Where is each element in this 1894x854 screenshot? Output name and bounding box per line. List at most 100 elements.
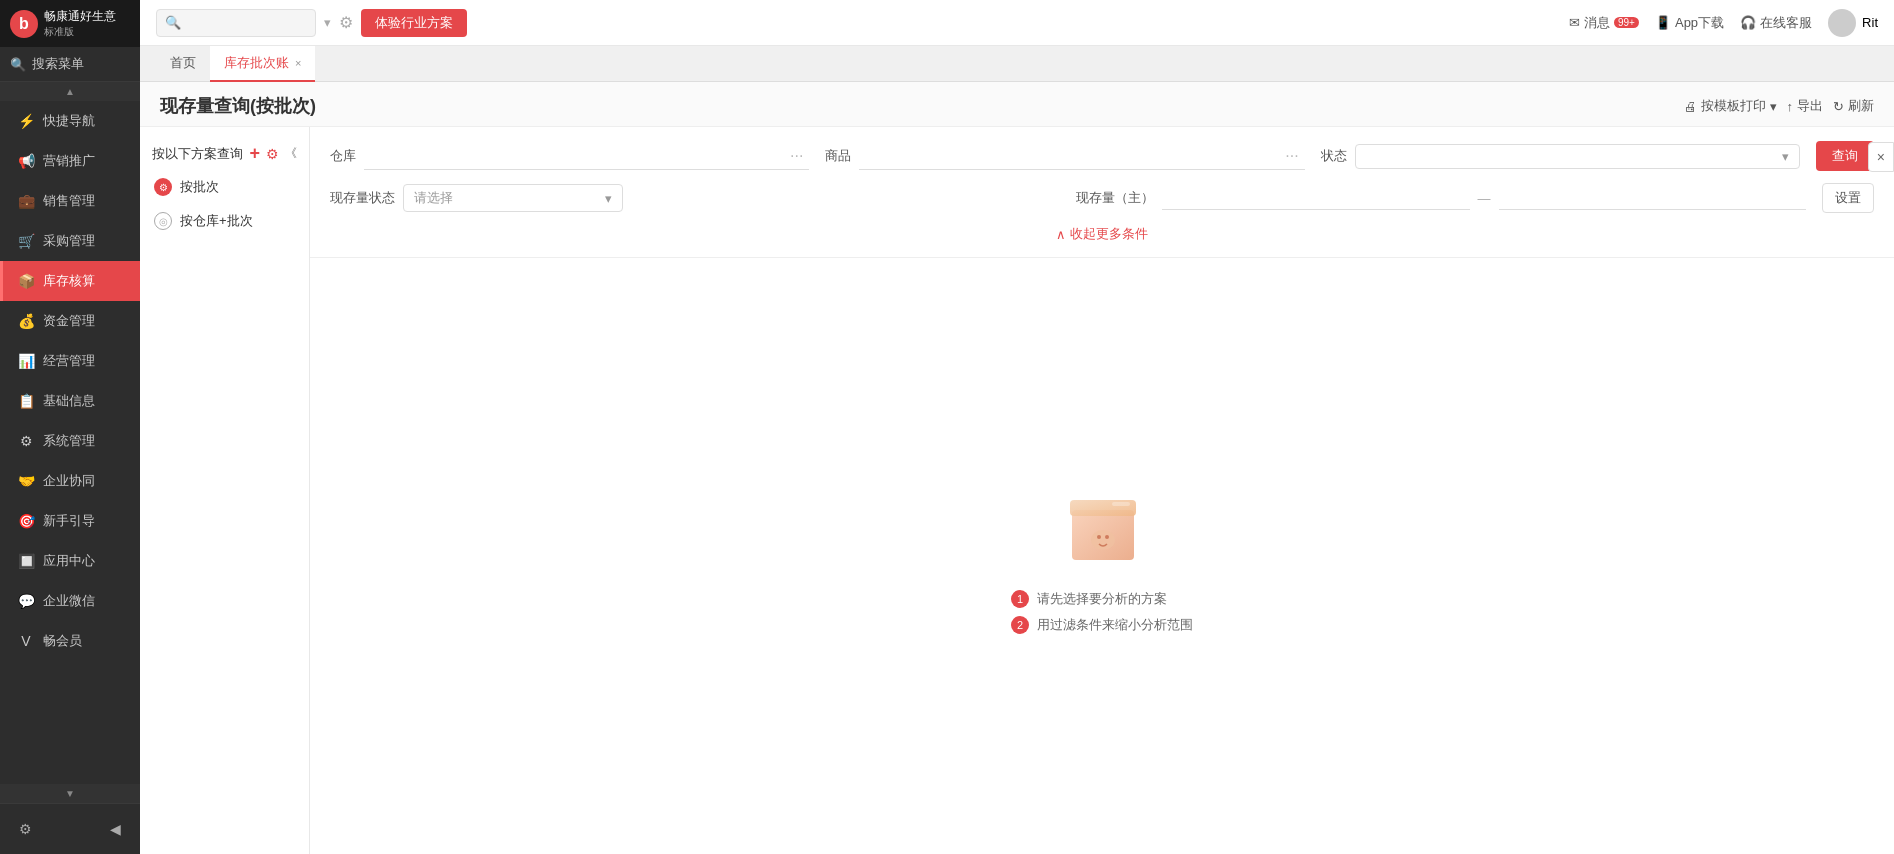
collapse-filter-button[interactable]: ∧ 收起更多条件 [1056, 225, 1148, 243]
avatar [1828, 9, 1856, 37]
nav-label-inventory: 库存核算 [43, 272, 95, 290]
solution-item-by-batch[interactable]: ⚙ 按批次 [140, 170, 309, 204]
topbar-search-icon: 🔍 [165, 15, 181, 30]
sidebar-scroll-up[interactable]: ▲ [0, 82, 140, 101]
nav-icon-enterprise: 🤝 [17, 472, 35, 490]
status-select[interactable]: ▾ [1355, 144, 1800, 169]
sidebar-settings-button[interactable]: ⚙ [10, 814, 40, 844]
online-support-button[interactable]: 🎧 在线客服 [1740, 14, 1812, 32]
topbar-search-box[interactable]: 🔍 [156, 9, 316, 37]
stock-main-to[interactable] [1499, 186, 1807, 210]
main-area: 🔍 ▾ ⚙ 体验行业方案 ✉ 消息 99+ 📱 App下载 🎧 在线客服 [140, 0, 1894, 854]
tab-home[interactable]: 首页 [156, 46, 210, 82]
sidebar-item-member[interactable]: V 畅会员 [0, 621, 140, 661]
solution-item-label-by-batch: 按批次 [180, 178, 219, 196]
filter-area: 仓库 ··· 商品 ··· [310, 127, 1894, 258]
nav-icon-sales: 💼 [17, 192, 35, 210]
status-dropdown-icon: ▾ [1782, 149, 1789, 164]
stock-main-from[interactable] [1162, 186, 1470, 210]
sidebar-item-basic[interactable]: 📋 基础信息 [0, 381, 140, 421]
username: Rit [1862, 15, 1878, 30]
tab-close-inventory-batch[interactable]: × [295, 57, 301, 69]
refresh-button[interactable]: ↻ 刷新 [1833, 97, 1874, 115]
empty-state: 1 请先选择要分析的方案 2 用过滤条件来缩小分析范围 [310, 258, 1894, 854]
messages-label: 消息 [1584, 14, 1610, 32]
svg-point-2 [1091, 530, 1115, 550]
sidebar-scroll-down[interactable]: ▼ [0, 784, 140, 803]
scroll-up-icon: ▲ [65, 86, 75, 97]
settings-button[interactable]: 设置 [1822, 183, 1874, 213]
empty-tip-2: 2 用过滤条件来缩小分析范围 [1011, 616, 1193, 634]
warehouse-field: 仓库 ··· [330, 143, 809, 170]
nav-label-appstore: 应用中心 [43, 552, 95, 570]
nav-icon-purchase: 🛒 [17, 232, 35, 250]
nav-label-quick-nav: 快捷导航 [43, 112, 95, 130]
sidebar-item-operation[interactable]: 📊 经营管理 [0, 341, 140, 381]
user-avatar-area[interactable]: Rit [1828, 9, 1878, 37]
collapse-icon: ◀ [110, 821, 121, 837]
sidebar-item-marketing[interactable]: 📢 营销推广 [0, 141, 140, 181]
warehouse-dots[interactable]: ··· [790, 147, 803, 165]
sidebar-item-enterprise[interactable]: 🤝 企业协同 [0, 461, 140, 501]
sidebar-item-inventory[interactable]: 📦 库存核算 [0, 261, 140, 301]
sidebar-item-sales[interactable]: 💼 销售管理 [0, 181, 140, 221]
tab-inventory-batch[interactable]: 库存批次账× [210, 46, 315, 82]
scroll-down-icon: ▼ [65, 788, 75, 799]
nav-icon-finance: 💰 [17, 312, 35, 330]
product-dots[interactable]: ··· [1285, 147, 1298, 165]
collapse-panel-button[interactable]: 《 [285, 145, 297, 162]
export-icon: ↑ [1787, 99, 1794, 114]
solution-settings-button[interactable]: ⚙ [266, 146, 279, 162]
sidebar-header: b 畅康通好生意 标准版 [0, 0, 140, 47]
app-download-button[interactable]: 📱 App下载 [1655, 14, 1724, 32]
sidebar-item-appstore[interactable]: 🔲 应用中心 [0, 541, 140, 581]
topbar-dropdown-icon[interactable]: ▾ [324, 15, 331, 30]
sidebar-item-quick-nav[interactable]: ⚡ 快捷导航 [0, 101, 140, 141]
print-template-label: 按模板打印 [1701, 97, 1766, 115]
solution-item-by-warehouse-batch[interactable]: ◎ 按仓库+批次 [140, 204, 309, 238]
topbar-left: 🔍 ▾ ⚙ 体验行业方案 [156, 9, 1559, 37]
export-button[interactable]: ↑ 导出 [1787, 97, 1824, 115]
app-logo: b [10, 10, 38, 38]
experience-btn[interactable]: 体验行业方案 [361, 9, 467, 37]
stock-status-select[interactable]: 请选择 ▾ [403, 184, 623, 212]
sidebar-search[interactable]: 🔍 搜索菜单 [0, 47, 140, 82]
nav-icon-marketing: 📢 [17, 152, 35, 170]
sidebar-item-system[interactable]: ⚙ 系统管理 [0, 421, 140, 461]
query-button[interactable]: 查询 [1816, 141, 1874, 171]
sidebar-item-guide[interactable]: 🎯 新手引导 [0, 501, 140, 541]
filter-row-1: 仓库 ··· 商品 ··· [330, 141, 1874, 171]
solution-item-icon-by-warehouse-batch: ◎ [154, 212, 172, 230]
add-solution-button[interactable]: + [249, 143, 260, 164]
topbar-search-input[interactable] [185, 16, 307, 30]
print-icon: 🖨 [1684, 99, 1697, 114]
print-template-button[interactable]: 🖨 按模板打印 ▾ [1684, 97, 1777, 115]
product-input[interactable]: ··· [859, 143, 1304, 170]
content-wrapper: 现存量查询(按批次) 🖨 按模板打印 ▾ ↑ 导出 ↻ 刷新 [140, 82, 1894, 854]
stock-status-placeholder: 请选择 [414, 189, 453, 207]
solution-item-label-by-warehouse-batch: 按仓库+批次 [180, 212, 253, 230]
solution-item-icon-by-batch: ⚙ [154, 178, 172, 196]
refresh-icon: ↻ [1833, 99, 1844, 114]
stock-main-range: — [1162, 186, 1806, 210]
warehouse-label: 仓库 [330, 147, 356, 165]
stock-main-sep: — [1478, 191, 1491, 206]
nav-label-basic: 基础信息 [43, 392, 95, 410]
tip2-num: 2 [1011, 616, 1029, 634]
stock-main-label: 现存量（主） [1076, 189, 1154, 207]
left-panel-title: 按以下方案查询 [152, 145, 243, 163]
sidebar-item-finance[interactable]: 💰 资金管理 [0, 301, 140, 341]
headset-icon: 🎧 [1740, 15, 1756, 30]
messages-button[interactable]: ✉ 消息 99+ [1569, 14, 1639, 32]
warehouse-input[interactable]: ··· [364, 143, 809, 170]
nav-icon-operation: 📊 [17, 352, 35, 370]
sidebar-item-wechat[interactable]: 💬 企业微信 [0, 581, 140, 621]
panel-close-button[interactable]: × [1868, 142, 1894, 172]
left-panel-actions: + ⚙ 《 [249, 143, 297, 164]
topbar-settings-icon[interactable]: ⚙ [339, 13, 353, 32]
message-icon: ✉ [1569, 15, 1580, 30]
sidebar-item-purchase[interactable]: 🛒 采购管理 [0, 221, 140, 261]
sidebar-collapse-button[interactable]: ◀ [100, 814, 130, 844]
sidebar-footer: ⚙ ◀ [0, 803, 140, 854]
refresh-label: 刷新 [1848, 97, 1874, 115]
